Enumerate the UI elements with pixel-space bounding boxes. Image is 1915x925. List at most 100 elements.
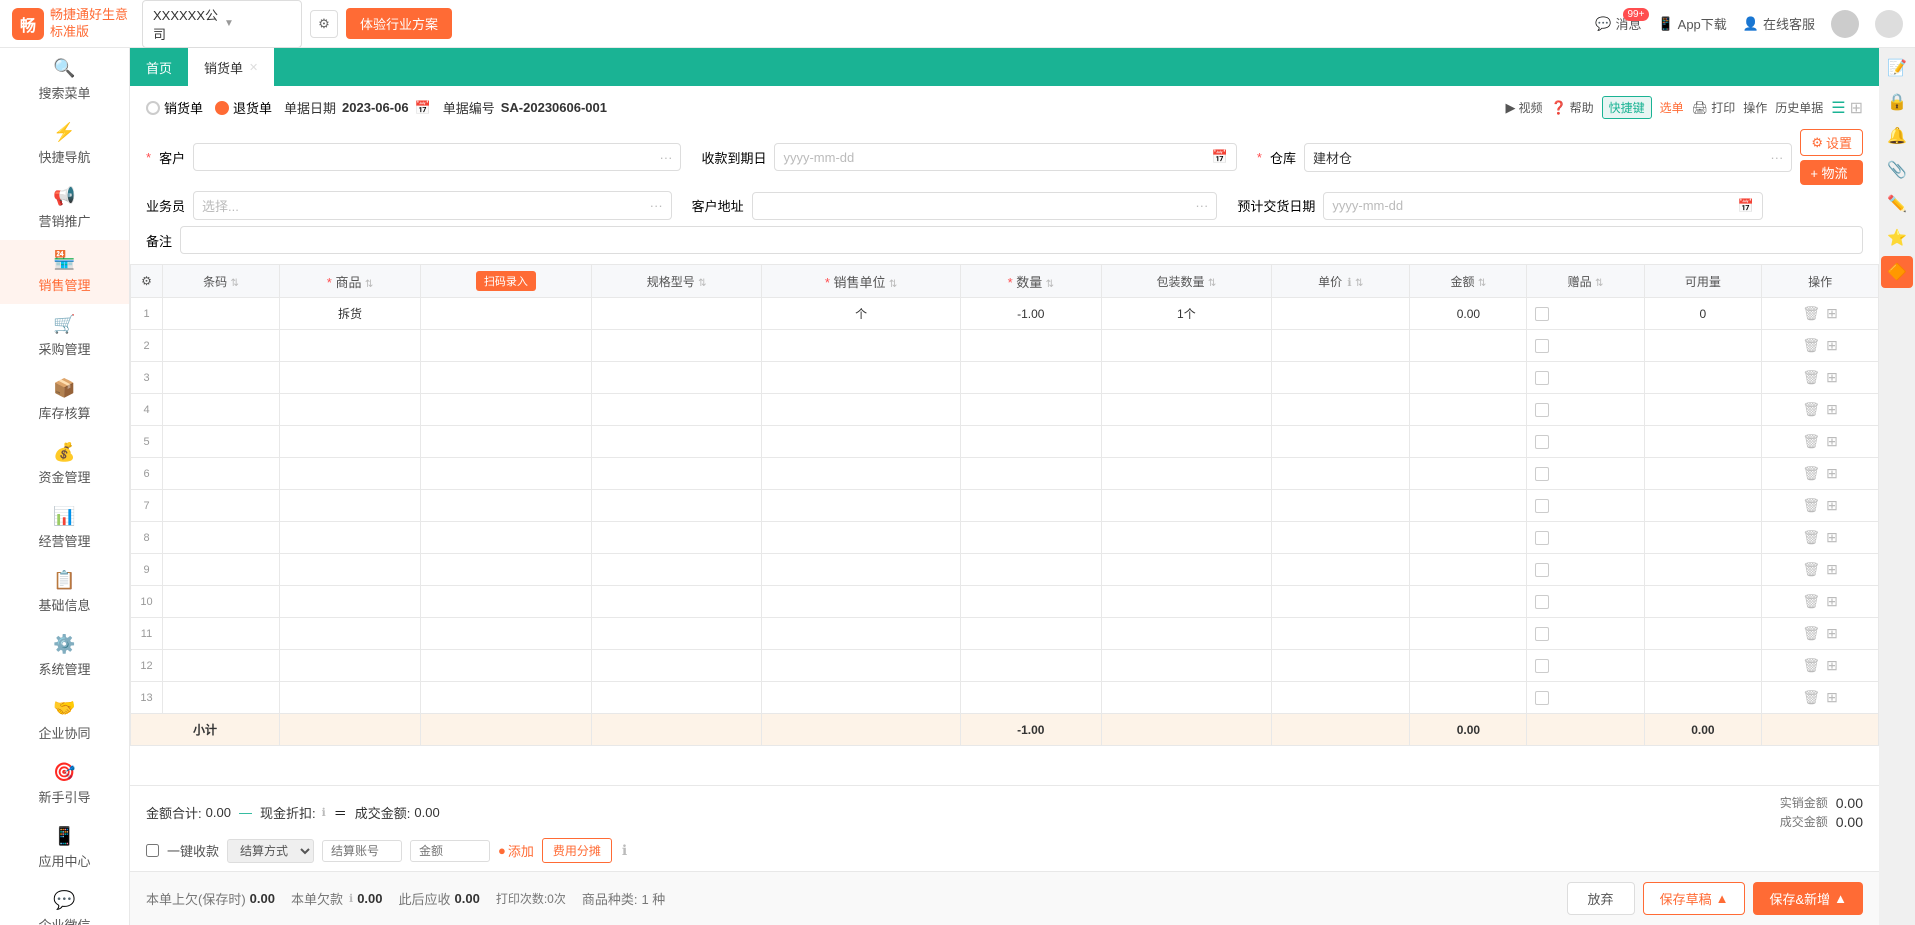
sidebar-item-operation[interactable]: 📊 经营管理 [0,496,129,560]
gift-cell-6[interactable] [1527,490,1644,522]
settings-button[interactable]: ⚙ 设置 [1800,129,1863,156]
app-download-button[interactable]: 📱 App下载 [1657,14,1726,33]
rp-attachment-icon[interactable]: 📎 [1881,154,1913,186]
avatar[interactable] [1831,10,1859,38]
price-cell-5[interactable] [1272,458,1410,490]
price-cell-11[interactable] [1272,650,1410,682]
copy-icon[interactable]: ⊞ [1826,433,1838,450]
delete-icon[interactable]: 🗑 [1802,593,1820,610]
price-cell-1[interactable] [1272,330,1410,362]
price-cell-8[interactable] [1272,554,1410,586]
radio-return[interactable]: 退货单 [215,98,272,117]
amount-cell-2[interactable] [1410,362,1527,394]
gift-cell-10[interactable] [1527,618,1644,650]
rp-lock-icon[interactable]: 🔒 [1881,86,1913,118]
spec-cell-6[interactable] [591,490,761,522]
delete-icon[interactable]: 🗑 [1802,465,1820,482]
gift-cell-11[interactable] [1527,650,1644,682]
quantity-cell-8[interactable] [960,554,1101,586]
gift-cell-1[interactable] [1527,330,1644,362]
amount-cell-5[interactable] [1410,458,1527,490]
gift-cell-12[interactable] [1527,682,1644,714]
split-info-icon[interactable]: ℹ [622,842,627,859]
delete-icon[interactable]: 🗑 [1802,561,1820,578]
quantity-cell-5[interactable] [960,458,1101,490]
abandon-button[interactable]: 放弃 [1567,882,1635,915]
save-new-button[interactable]: 保存&新增 ▲ [1753,882,1863,915]
gear-button[interactable]: ⚙ [310,10,338,38]
barcode-cell-1[interactable] [163,330,280,362]
spec-cell-9[interactable] [591,586,761,618]
sidebar-item-guide[interactable]: 🎯 新手引导 [0,752,129,816]
user-menu[interactable] [1875,10,1903,38]
barcode-cell-5[interactable] [163,458,280,490]
print-btn[interactable]: 🖨打印 [1692,99,1736,116]
quantity-cell-4[interactable] [960,426,1101,458]
package-qty-cell-0[interactable]: 1个 [1101,298,1271,330]
rp-edit-icon[interactable]: 📝 [1881,52,1913,84]
amount-cell-12[interactable] [1410,682,1527,714]
barcode-cell-6[interactable] [163,490,280,522]
sidebar-item-system[interactable]: ⚙️ 系统管理 [0,624,129,688]
grid-view-icon[interactable]: ⊞ [1850,98,1863,118]
barcode-cell-8[interactable] [163,554,280,586]
delete-icon[interactable]: 🗑 [1802,337,1820,354]
quantity-cell-10[interactable] [960,618,1101,650]
operation-btn[interactable]: 操作 [1743,99,1767,116]
gift-cell-2[interactable] [1527,362,1644,394]
sidebar-item-finance[interactable]: 💰 资金管理 [0,432,129,496]
amount-cell-3[interactable] [1410,394,1527,426]
amount-cell-1[interactable] [1410,330,1527,362]
due-date-input[interactable]: yyyy-mm-dd 📅 [774,143,1236,171]
sidebar-item-enterprise[interactable]: 🤝 企业协同 [0,688,129,752]
package-qty-cell-8[interactable] [1101,554,1271,586]
company-selector[interactable]: XXXXXX公司 ▼ [142,0,302,48]
copy-icon[interactable]: ⊞ [1826,497,1838,514]
calendar-icon[interactable]: 📅 [415,100,431,116]
sidebar-item-wechat[interactable]: 💬 企业微信 [0,880,129,925]
package-qty-cell-11[interactable] [1101,650,1271,682]
amount-cell-11[interactable] [1410,650,1527,682]
copy-icon[interactable]: ⊞ [1826,465,1838,482]
barcode-cell-10[interactable] [163,618,280,650]
spec-cell-4[interactable] [591,426,761,458]
spec-cell-8[interactable] [591,554,761,586]
spec-cell-3[interactable] [591,394,761,426]
gift-cell-4[interactable] [1527,426,1644,458]
copy-icon[interactable]: ⊞ [1826,305,1838,322]
copy-icon[interactable]: ⊞ [1826,689,1838,706]
customer-address-input[interactable]: ··· [752,192,1218,220]
video-btn[interactable]: ▶视频 [1505,99,1542,116]
amount-cell-10[interactable] [1410,618,1527,650]
sidebar-item-purchase[interactable]: 🛒 采购管理 [0,304,129,368]
help-btn[interactable]: ❓帮助 [1550,99,1593,116]
product-cell-0[interactable]: 拆货 [280,298,421,330]
quantity-cell-12[interactable] [960,682,1101,714]
gift-cell-7[interactable] [1527,522,1644,554]
package-qty-cell-5[interactable] [1101,458,1271,490]
select-btn[interactable]: 选单 [1660,99,1684,116]
delete-icon[interactable]: 🗑 [1802,689,1820,706]
sidebar-item-marketing[interactable]: 📢 营销推广 [0,176,129,240]
product-cell-4[interactable] [280,426,421,458]
spec-cell-2[interactable] [591,362,761,394]
price-cell-2[interactable] [1272,362,1410,394]
radio-sales[interactable]: 销货单 [146,98,203,117]
amount-cell-6[interactable] [1410,490,1527,522]
unit-cell-10[interactable] [762,618,961,650]
add-button[interactable]: ● 添加 [498,841,534,860]
shortcut-btn[interactable]: 快捷键 [1602,96,1652,119]
copy-icon[interactable]: ⊞ [1826,401,1838,418]
amount-input[interactable] [410,840,490,862]
copy-icon[interactable]: ⊞ [1826,337,1838,354]
price-cell-0[interactable] [1272,298,1410,330]
product-cell-7[interactable] [280,522,421,554]
gift-cell-9[interactable] [1527,586,1644,618]
scan-button[interactable]: 扫码录入 [476,271,536,291]
delivery-date-input[interactable]: yyyy-mm-dd 📅 [1323,192,1763,220]
spec-cell-1[interactable] [591,330,761,362]
barcode-cell-2[interactable] [163,362,280,394]
product-cell-2[interactable] [280,362,421,394]
copy-icon[interactable]: ⊞ [1826,529,1838,546]
tab-home[interactable]: 首页 [130,48,188,86]
